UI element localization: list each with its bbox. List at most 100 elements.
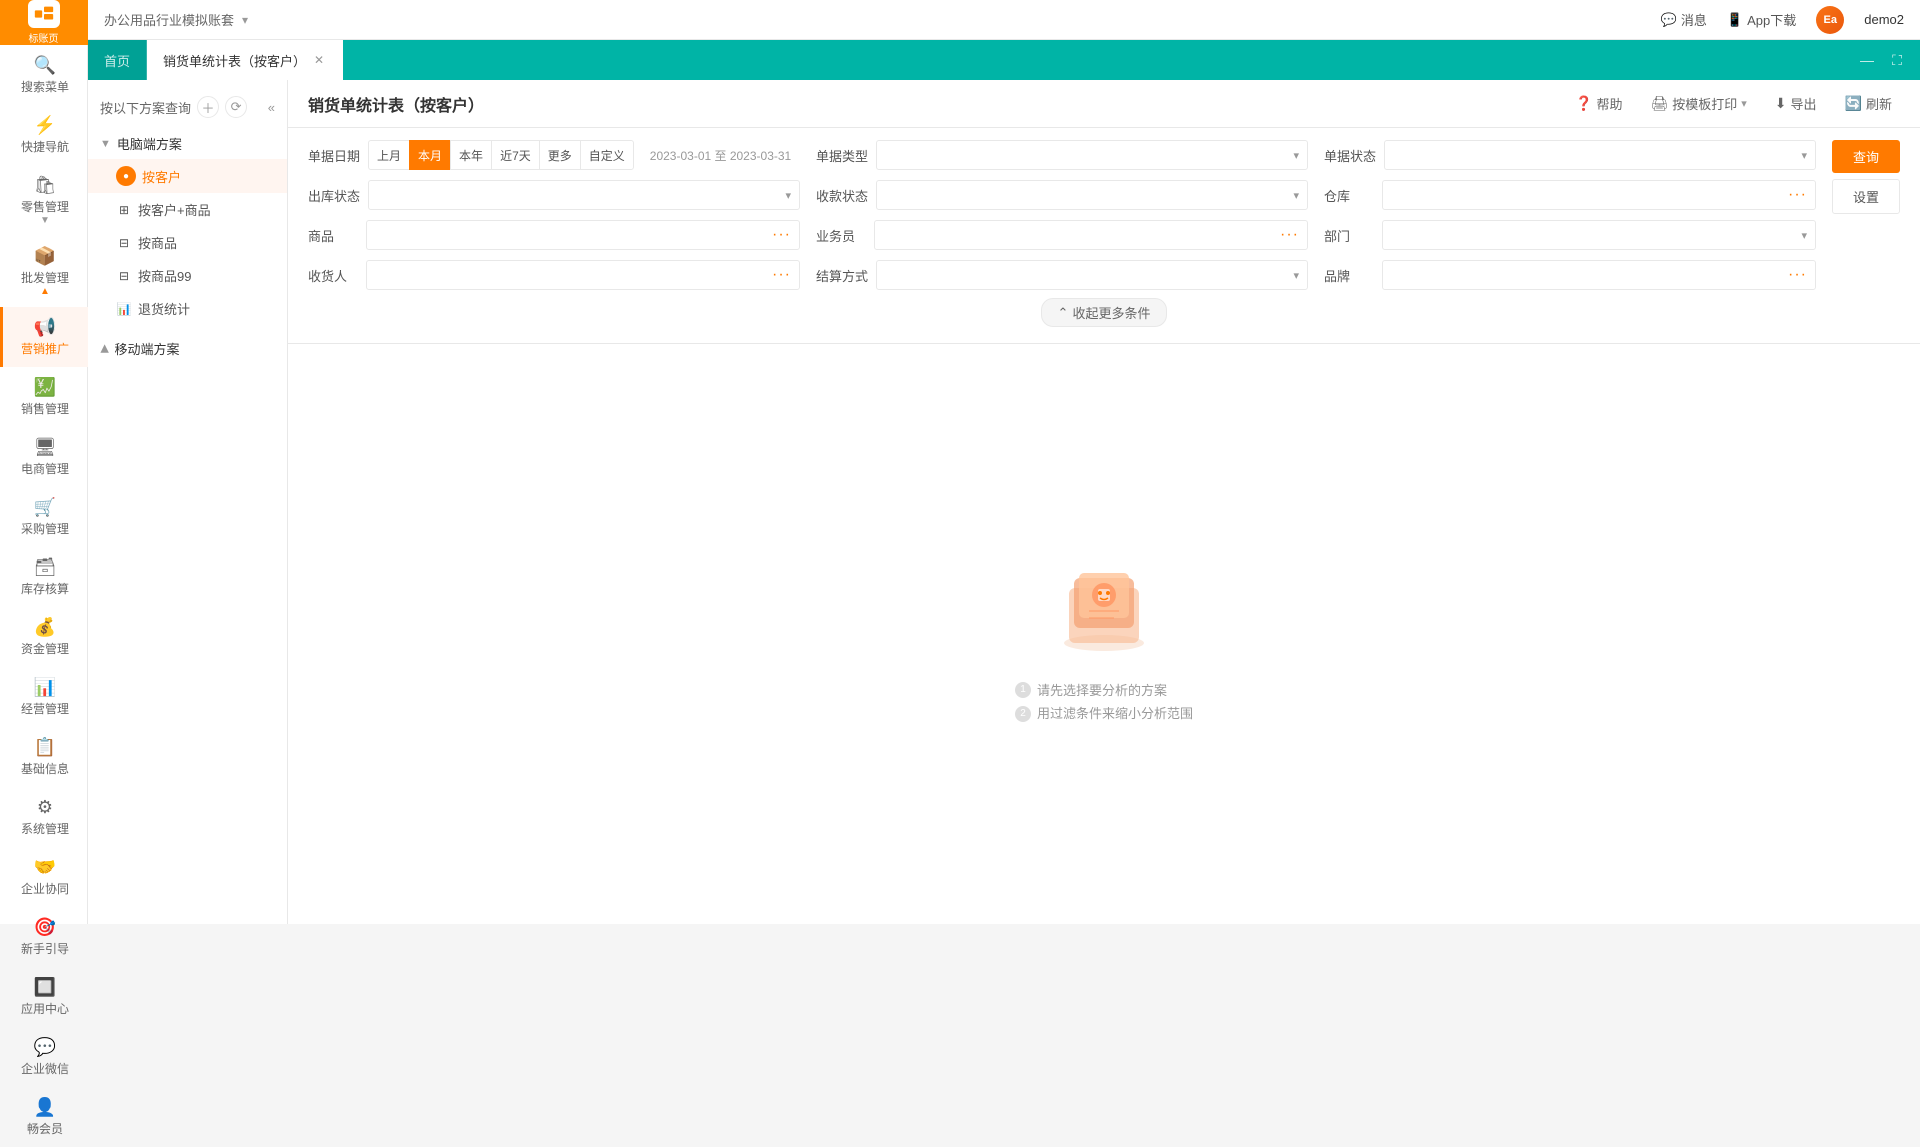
date-btn-more[interactable]: 更多 — [539, 140, 580, 170]
tab-minimize-btn[interactable]: — — [1856, 49, 1878, 71]
scheme-item-return-stats[interactable]: 📊 退货统计 — [88, 292, 287, 325]
sidebar-item-sales[interactable]: 💹 销售管理 — [0, 367, 88, 427]
content-area: 按以下方案查询 ＋ ⟳ « ▼ 电脑端方案 ● 按客户 ⊞ 按客户+商品 — [88, 80, 1920, 924]
username-label[interactable]: demo2 — [1864, 12, 1904, 27]
expand-icon: ▲ — [40, 286, 50, 297]
sidebar-item-retail[interactable]: 🛍 零售管理 ▼ — [0, 165, 88, 236]
brand-dots: ··· — [1788, 266, 1807, 284]
avatar: Ea — [1816, 6, 1844, 34]
page-actions: ❓ 帮助 🖨 按模板打印 ▾ ⬇ 导出 🔄 刷新 — [1567, 90, 1900, 117]
mobile-scheme-section: ▶ 移动端方案 — [88, 329, 287, 368]
payment-status-select[interactable]: ▾ — [876, 180, 1308, 210]
add-scheme-btn[interactable]: ＋ — [197, 96, 219, 118]
help-btn[interactable]: ❓ 帮助 — [1567, 90, 1630, 117]
settlement-select[interactable]: ▾ — [876, 260, 1308, 290]
sidebar-item-search[interactable]: 🔍 搜索菜单 — [0, 45, 88, 105]
filter-item-goods: 商品 ··· — [308, 220, 800, 250]
date-btn-custom[interactable]: 自定义 — [580, 140, 634, 170]
date-btn-this-year[interactable]: 本年 — [450, 140, 491, 170]
date-btn-last-month[interactable]: 上月 — [368, 140, 409, 170]
doc-status-select[interactable]: ▾ — [1384, 140, 1816, 170]
filter-item-settlement: 结算方式 ▾ — [816, 260, 1308, 290]
warehouse-select[interactable]: ··· — [1382, 180, 1816, 210]
salesperson-select[interactable]: ··· — [874, 220, 1308, 250]
search-menu-icon: 🔍 — [34, 55, 56, 76]
scheme-item-by-customer-goods[interactable]: ⊞ 按客户+商品 — [88, 193, 287, 226]
sidebar-item-quick-nav[interactable]: ⚡ 快捷导航 — [0, 105, 88, 165]
appcenter-icon: 🔲 — [34, 977, 56, 998]
operation-icon: 📊 — [34, 677, 56, 698]
filter-row-3: 商品 ··· 业务员 ··· — [308, 220, 1816, 250]
scheme-item-by-goods[interactable]: ⊟ 按商品 — [88, 226, 287, 259]
sidebar-item-inventory[interactable]: 🗃 库存核算 — [0, 547, 88, 607]
hint-num-2: 2 — [1015, 706, 1031, 722]
receiver-dots: ··· — [772, 266, 791, 284]
scheme-item-by-customer[interactable]: ● 按客户 — [88, 159, 287, 193]
sidebar-item-system[interactable]: ⚙ 系统管理 — [0, 787, 88, 847]
export-btn[interactable]: ⬇ 导出 — [1767, 90, 1825, 117]
settings-button[interactable]: 设置 — [1832, 179, 1900, 214]
brand-label: 品牌 — [1324, 266, 1374, 285]
scheme-item-by-goods99[interactable]: ⊟ 按商品99 — [88, 259, 287, 292]
filter-actions: ⌃ 收起更多条件 — [308, 290, 1900, 331]
app-download-icon: 📱 — [1727, 12, 1743, 28]
query-button[interactable]: 查询 — [1832, 140, 1900, 173]
empty-state: 1 请先选择要分析的方案 2 用过滤条件来缩小分析范围 — [288, 344, 1920, 924]
desktop-scheme-title[interactable]: ▼ 电脑端方案 — [88, 128, 287, 159]
expand-icon: ▼ — [40, 215, 50, 226]
sidebar-item-wholesale[interactable]: 📦 批发管理 ▲ — [0, 236, 88, 307]
message-btn[interactable]: 💬 消息 — [1661, 10, 1707, 29]
dept-arrow-icon: ▾ — [1801, 229, 1807, 242]
doc-type-select[interactable]: ▾ — [876, 140, 1308, 170]
sidebar-item-label: 采购管理 — [21, 520, 69, 537]
sidebar-item-member[interactable]: 👤 畅会员 — [0, 1087, 88, 1147]
date-btn-last7[interactable]: 近7天 — [491, 140, 539, 170]
tab-close-btn[interactable]: ✕ — [312, 51, 326, 69]
sidebar-item-finance[interactable]: 💰 资金管理 — [0, 607, 88, 667]
dept-select[interactable]: ▾ — [1382, 220, 1816, 250]
sidebar-item-ecommerce[interactable]: 🖥 电商管理 — [0, 427, 88, 487]
sidebar-item-marketing[interactable]: 📢 营销推广 — [0, 307, 88, 367]
print-dropdown-icon: ▾ — [1741, 97, 1747, 110]
sidebar-item-appcenter[interactable]: 🔲 应用中心 — [0, 967, 88, 1027]
tab-report[interactable]: 销货单统计表（按客户） ✕ — [147, 40, 343, 80]
sidebar-item-basic[interactable]: 📋 基础信息 — [0, 727, 88, 787]
date-range-text: 2023-03-01 至 2023-03-31 — [650, 147, 791, 164]
sidebar-item-wechat[interactable]: 💬 企业微信 — [0, 1027, 88, 1087]
tab-bar: 首页 销货单统计表（按客户） ✕ — ⛶ — [88, 40, 1920, 80]
sidebar-item-enterprise[interactable]: 🤝 企业协同 — [0, 847, 88, 907]
brand-select[interactable]: ··· — [1382, 260, 1816, 290]
tab-home[interactable]: 首页 — [88, 40, 147, 80]
date-btn-this-month[interactable]: 本月 — [409, 140, 450, 170]
desktop-arrow-icon: ▼ — [100, 138, 111, 150]
print-icon: 🖨 — [1650, 95, 1668, 112]
refresh-scheme-btn[interactable]: ⟳ — [225, 96, 247, 118]
collapse-panel-btn[interactable]: « — [268, 100, 275, 115]
goods-select[interactable]: ··· — [366, 220, 800, 250]
sidebar-item-purchase[interactable]: 🛒 采购管理 — [0, 487, 88, 547]
doc-type-arrow-icon: ▾ — [1293, 149, 1299, 162]
out-status-select[interactable]: ▾ — [368, 180, 800, 210]
receiver-select[interactable]: ··· — [366, 260, 800, 290]
scheme-item-label: 退货统计 — [138, 299, 190, 318]
sales-icon: 💹 — [34, 377, 56, 398]
tab-maximize-btn[interactable]: ⛶ — [1886, 49, 1908, 71]
sidebar-item-label: 经营管理 — [21, 700, 69, 717]
refresh-icon: 🔄 — [1845, 95, 1862, 112]
print-btn[interactable]: 🖨 按模板打印 ▾ — [1642, 90, 1754, 117]
left-panel: 按以下方案查询 ＋ ⟳ « ▼ 电脑端方案 ● 按客户 ⊞ 按客户+商品 — [88, 80, 288, 924]
grid-icon: ⊞ — [116, 202, 132, 218]
hint-text-1: 请先选择要分析的方案 — [1037, 679, 1167, 702]
collapse-label: 收起更多条件 — [1072, 303, 1150, 322]
mobile-scheme-title[interactable]: ▶ 移动端方案 — [88, 333, 287, 364]
collapse-more-btn[interactable]: ⌃ 收起更多条件 — [1041, 298, 1168, 327]
sidebar-item-operation[interactable]: 📊 经营管理 — [0, 667, 88, 727]
refresh-btn[interactable]: 🔄 刷新 — [1837, 90, 1900, 117]
salesperson-label: 业务员 — [816, 226, 866, 245]
top-header: 办公用品行业模拟账套 ▾ 💬 消息 📱 App下载 Ea demo2 — [88, 0, 1920, 40]
wholesale-icon: 📦 — [34, 246, 56, 267]
date-filter: 上月 本月 本年 近7天 更多 自定义 — [368, 140, 634, 170]
sidebar-item-newbie[interactable]: 🎯 新手引导 — [0, 907, 88, 967]
app-download-btn[interactable]: 📱 App下载 — [1727, 10, 1796, 29]
breadcrumb-dropdown[interactable]: ▾ — [242, 13, 248, 27]
